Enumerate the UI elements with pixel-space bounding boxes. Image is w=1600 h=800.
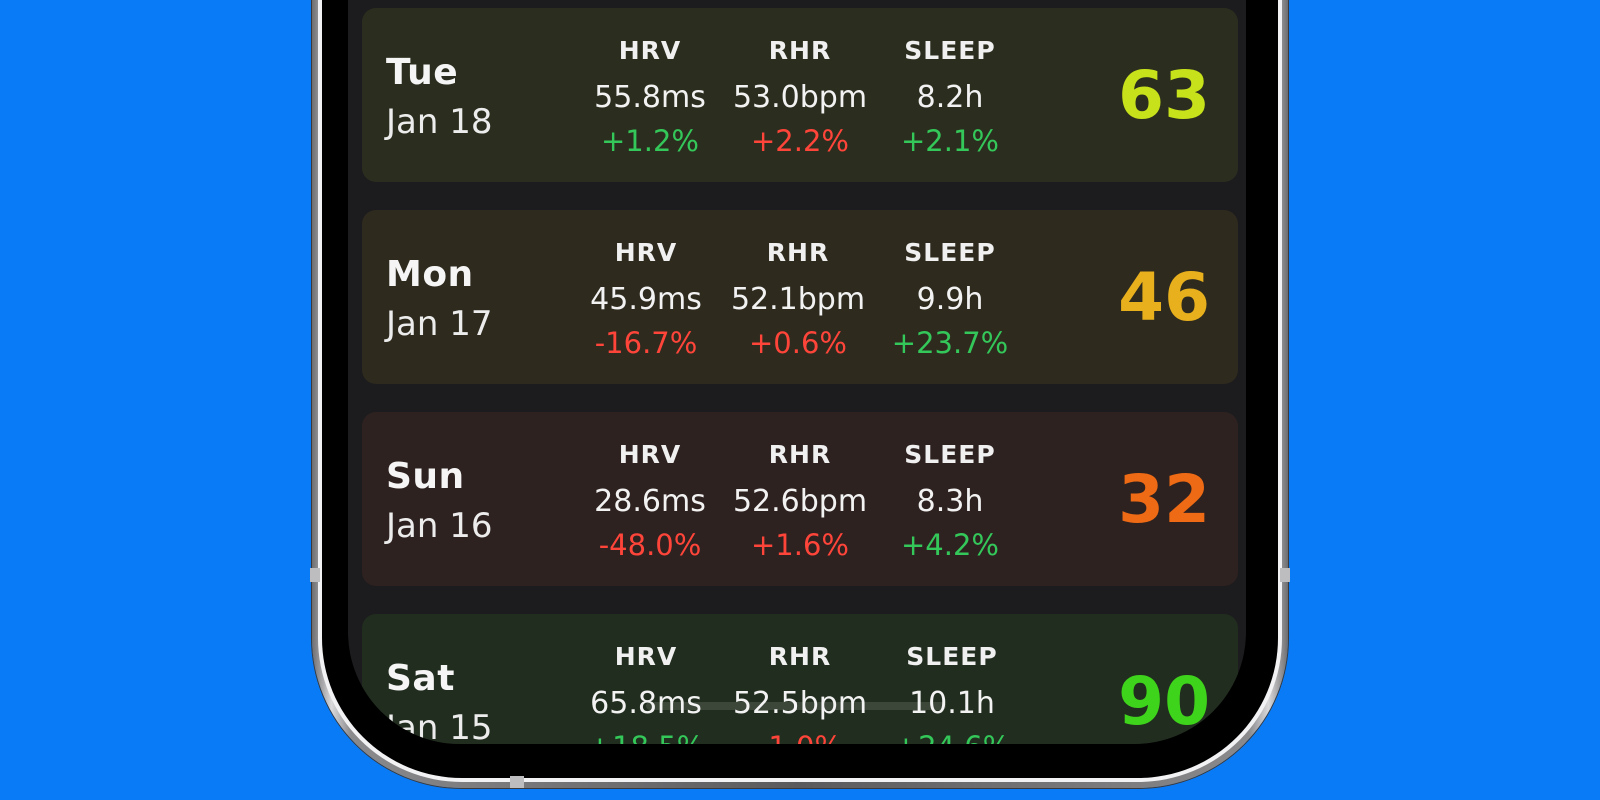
metric-change: +23.7%: [891, 326, 1009, 360]
metric-sleep: SLEEP 10.1h +24.6%: [862, 642, 1042, 744]
metric-label: SLEEP: [904, 440, 996, 469]
metric-value: 8.3h: [916, 484, 984, 519]
home-indicator[interactable]: [646, 702, 946, 710]
day-name: Tue: [386, 52, 459, 93]
day-date: Jan 16: [386, 506, 493, 546]
antenna-band-left: [310, 568, 320, 582]
metric-sleep: SLEEP 8.2h +2.1%: [860, 36, 1040, 158]
day-card[interactable]: Sat Jan 15 HRV 65.8ms +18.5% RHR 52.5bpm…: [362, 614, 1238, 744]
metric-label: SLEEP: [904, 238, 996, 267]
phone-screen: Tue Jan 18 HRV 55.8ms +1.2% RHR 53.0bpm …: [348, 0, 1246, 744]
metric-hrv: HRV 65.8ms +18.5%: [556, 642, 736, 744]
metric-label: HRV: [614, 642, 678, 671]
metric-value: 9.9h: [916, 282, 984, 317]
metric-change: +4.2%: [901, 528, 999, 562]
metric-change: +18.5%: [556, 730, 736, 744]
day-card[interactable]: Mon Jan 17 HRV 45.9ms -16.7% RHR 52.1bpm…: [362, 210, 1238, 384]
antenna-band-bottom: [510, 776, 524, 788]
metric-label: SLEEP: [904, 36, 996, 65]
day-date: Jan 17: [386, 304, 493, 344]
day-name: Mon: [386, 254, 474, 295]
day-card[interactable]: Tue Jan 18 HRV 55.8ms +1.2% RHR 53.0bpm …: [362, 8, 1238, 182]
antenna-band-right: [1280, 568, 1290, 582]
day-date: Jan 18: [386, 102, 493, 142]
day-date: Jan 15: [386, 708, 493, 744]
metric-sleep: SLEEP 8.3h +4.2%: [860, 440, 1040, 562]
day-name: Sat: [386, 658, 455, 699]
day-name: Sun: [386, 456, 465, 497]
metric-sleep: SLEEP 9.9h +23.7%: [860, 238, 1040, 360]
readiness-score: 90: [1118, 663, 1210, 740]
readiness-score: 32: [1118, 461, 1210, 538]
readiness-score: 63: [1118, 57, 1210, 134]
metric-value: 8.2h: [916, 80, 984, 115]
home-indicator-handle: [794, 702, 797, 710]
readiness-score: 46: [1118, 259, 1210, 336]
metric-change: +2.1%: [901, 124, 999, 158]
metric-label: SLEEP: [906, 642, 998, 671]
day-card[interactable]: Sun Jan 16 HRV 28.6ms -48.0% RHR 52.6bpm…: [362, 412, 1238, 586]
metric-change: +24.6%: [862, 730, 1042, 744]
